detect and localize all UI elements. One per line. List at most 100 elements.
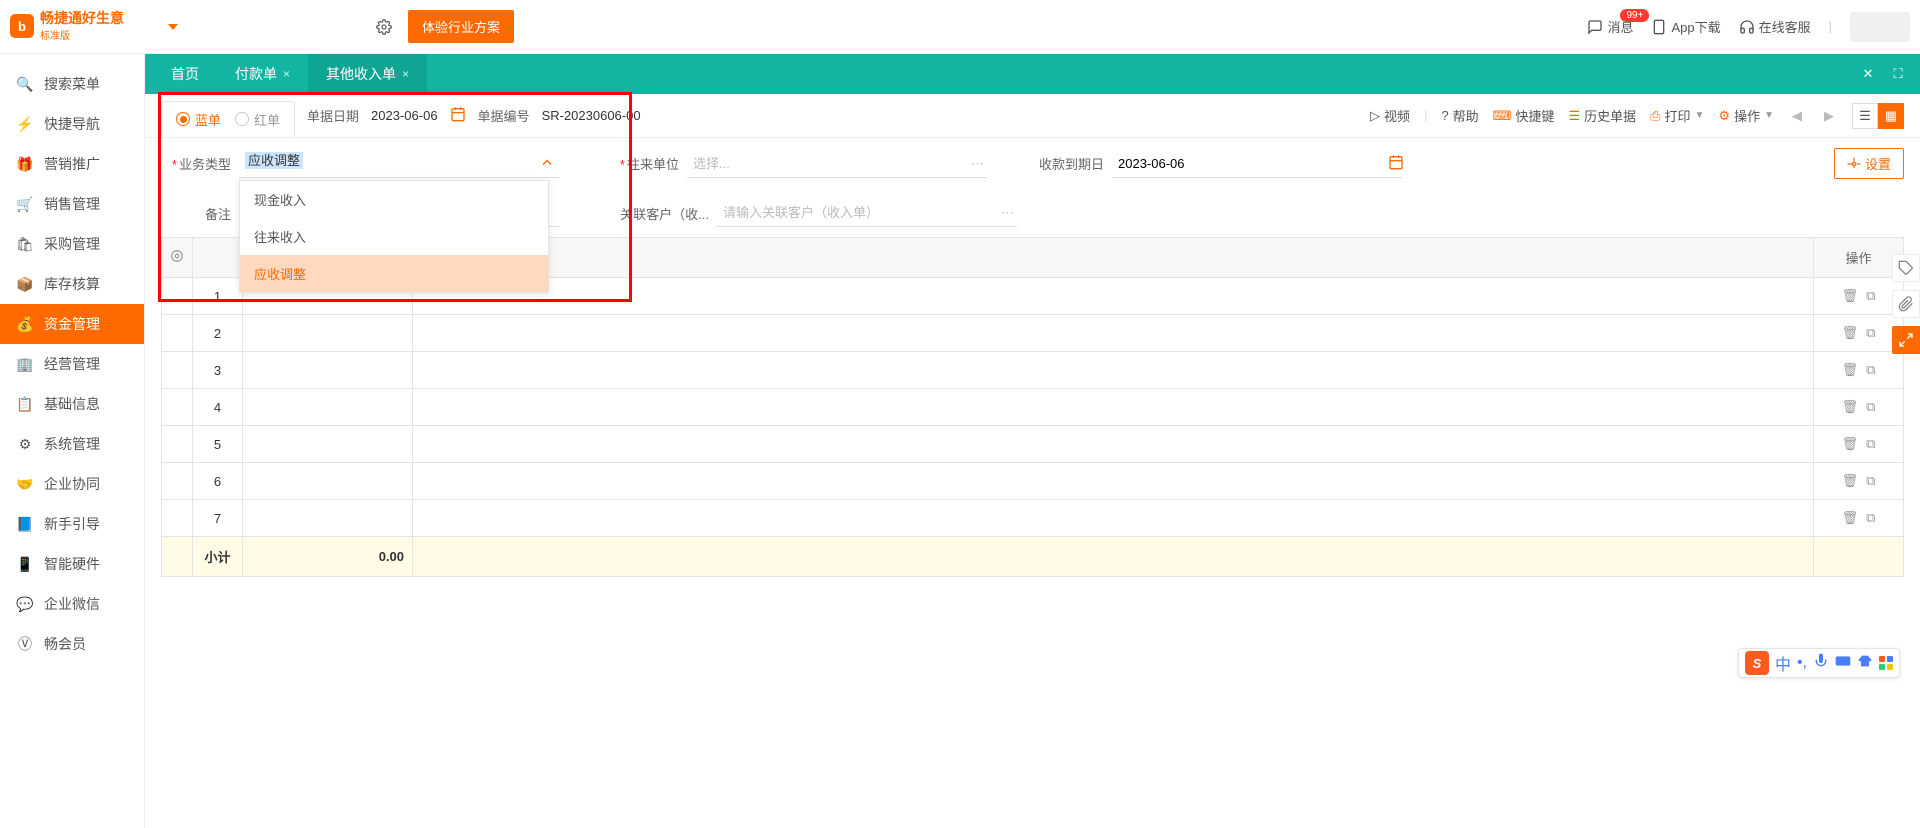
right-rail: [1892, 254, 1920, 354]
app-download-label: App下载: [1671, 17, 1720, 36]
user-avatar[interactable]: [1850, 12, 1910, 42]
ime-toolbox-icon[interactable]: [1879, 656, 1893, 670]
next-bill-icon[interactable]: ▶: [1820, 108, 1838, 124]
delete-row-icon[interactable]: 🗑: [1842, 325, 1859, 340]
calendar-icon[interactable]: [1388, 154, 1404, 173]
sidebar-item-8[interactable]: 📋基础信息: [0, 384, 144, 424]
app-download-link[interactable]: App下载: [1651, 17, 1720, 36]
shortcut-link[interactable]: ⌨快捷键: [1493, 106, 1555, 125]
online-service-label: 在线客服: [1759, 17, 1811, 36]
related-customer-input[interactable]: [717, 199, 1017, 227]
experience-button[interactable]: 体验行业方案: [408, 10, 514, 43]
table-row[interactable]: 7🗑⧉: [162, 500, 1904, 537]
sidebar-label: 系统管理: [44, 434, 100, 454]
prev-bill-icon[interactable]: ◀: [1788, 108, 1806, 124]
delete-row-icon[interactable]: 🗑: [1842, 473, 1859, 488]
ime-punct-icon[interactable]: •,: [1797, 654, 1807, 672]
delete-row-icon[interactable]: 🗑: [1842, 288, 1859, 303]
col-blank: [413, 238, 1814, 278]
ime-mic-icon[interactable]: [1813, 653, 1829, 674]
blue-bill-radio[interactable]: 蓝单: [176, 110, 221, 129]
sidebar-item-13[interactable]: 💬企业微信: [0, 584, 144, 624]
copy-row-icon[interactable]: ⧉: [1866, 436, 1875, 451]
dropdown-option[interactable]: 往来收入: [240, 218, 548, 255]
logo-text: 畅捷通好生意: [40, 11, 124, 26]
copy-row-icon[interactable]: ⧉: [1866, 510, 1875, 525]
sidebar-item-1[interactable]: ⚡快捷导航: [0, 104, 144, 144]
online-service-link[interactable]: 在线客服: [1739, 17, 1811, 36]
view-list-icon[interactable]: ☰: [1852, 103, 1878, 129]
sidebar-item-11[interactable]: 📘新手引导: [0, 504, 144, 544]
sidebar-icon: 📱: [16, 555, 34, 573]
sidebar-icon: Ⓥ: [16, 635, 34, 653]
bill-date-value[interactable]: 2023-06-06: [371, 108, 438, 123]
more-icon[interactable]: ⋯: [1001, 205, 1014, 221]
sidebar-item-9[interactable]: ⚙系统管理: [0, 424, 144, 464]
sidebar-icon: 🛒: [16, 195, 34, 213]
video-link[interactable]: ▷视频: [1370, 106, 1410, 125]
copy-row-icon[interactable]: ⧉: [1866, 325, 1875, 340]
view-detail-icon[interactable]: ▦: [1878, 103, 1904, 129]
sidebar-item-0[interactable]: 🔍搜索菜单: [0, 64, 144, 104]
sidebar-icon: 🏢: [16, 355, 34, 373]
ime-toolbar[interactable]: S 中 •,: [1738, 648, 1900, 678]
dropdown-option[interactable]: 应收调整: [240, 255, 548, 292]
delete-row-icon[interactable]: 🗑: [1842, 362, 1859, 377]
more-icon[interactable]: ⋯: [971, 156, 984, 172]
sidebar-label: 快捷导航: [44, 114, 100, 134]
ime-keyboard-icon[interactable]: [1835, 653, 1851, 674]
copy-row-icon[interactable]: ⧉: [1866, 399, 1875, 414]
delete-row-icon[interactable]: 🗑: [1842, 399, 1859, 414]
bill-type-radio-group: 蓝单 红单: [161, 101, 295, 137]
sidebar-item-4[interactable]: 🛍采购管理: [0, 224, 144, 264]
sidebar-item-6[interactable]: 💰资金管理: [0, 304, 144, 344]
table-wrap: ⇅ * 收 操作 1🗑⧉2🗑⧉3🗑⧉4🗑⧉5🗑⧉6🗑⧉7🗑⧉小计0.00: [145, 237, 1920, 828]
table-row[interactable]: 3🗑⧉: [162, 352, 1904, 389]
help-link[interactable]: ?帮助: [1441, 106, 1478, 125]
print-link[interactable]: ⎙打印▼: [1650, 106, 1704, 125]
sidebar-item-5[interactable]: 📦库存核算: [0, 264, 144, 304]
sidebar-item-7[interactable]: 🏢经营管理: [0, 344, 144, 384]
copy-row-icon[interactable]: ⧉: [1866, 288, 1875, 303]
receipt-date-input[interactable]: [1112, 150, 1402, 178]
company-selector[interactable]: [150, 12, 370, 42]
tag-icon[interactable]: [1892, 254, 1920, 282]
close-icon[interactable]: ×: [283, 67, 290, 81]
operate-link[interactable]: ⚙操作▼: [1718, 106, 1774, 125]
tab-0[interactable]: 首页: [153, 54, 217, 94]
logo-edition: 标准版: [40, 27, 124, 42]
sidebar-item-3[interactable]: 🛒销售管理: [0, 184, 144, 224]
biz-type-select[interactable]: 应收调整: [239, 150, 559, 178]
settings-gear-icon[interactable]: [370, 13, 398, 41]
counterparty-input[interactable]: [687, 150, 987, 178]
sidebar-item-2[interactable]: 🎁营销推广: [0, 144, 144, 184]
calendar-icon[interactable]: [450, 106, 466, 125]
copy-row-icon[interactable]: ⧉: [1866, 473, 1875, 488]
fullscreen-icon[interactable]: ⛶: [1886, 62, 1910, 86]
tab-1[interactable]: 付款单×: [217, 54, 308, 94]
ime-skin-icon[interactable]: [1857, 653, 1873, 674]
delete-row-icon[interactable]: 🗑: [1842, 510, 1859, 525]
history-link[interactable]: ☰历史单据: [1568, 106, 1636, 125]
copy-row-icon[interactable]: ⧉: [1866, 362, 1875, 377]
table-config-icon[interactable]: [162, 238, 193, 278]
table-row[interactable]: 2🗑⧉: [162, 315, 1904, 352]
delete-row-icon[interactable]: 🗑: [1842, 436, 1859, 451]
sidebar-item-10[interactable]: 🤝企业协同: [0, 464, 144, 504]
sidebar-item-14[interactable]: Ⓥ畅会员: [0, 624, 144, 664]
tab-2[interactable]: 其他收入单×: [308, 54, 427, 94]
col-ops: 操作: [1814, 238, 1904, 278]
red-bill-radio[interactable]: 红单: [235, 110, 280, 129]
table-row[interactable]: 6🗑⧉: [162, 463, 1904, 500]
close-tab-icon[interactable]: ✕: [1856, 62, 1880, 86]
messages-link[interactable]: 消息 99+: [1587, 17, 1633, 36]
dropdown-option[interactable]: 现金收入: [240, 181, 548, 218]
attachment-icon[interactable]: [1892, 290, 1920, 318]
table-row[interactable]: 4🗑⧉: [162, 389, 1904, 426]
expand-icon[interactable]: [1892, 326, 1920, 354]
ime-lang[interactable]: 中: [1775, 651, 1791, 675]
sidebar-item-12[interactable]: 📱智能硬件: [0, 544, 144, 584]
close-icon[interactable]: ×: [402, 67, 409, 81]
form-settings-button[interactable]: 设置: [1834, 148, 1904, 179]
table-row[interactable]: 5🗑⧉: [162, 426, 1904, 463]
